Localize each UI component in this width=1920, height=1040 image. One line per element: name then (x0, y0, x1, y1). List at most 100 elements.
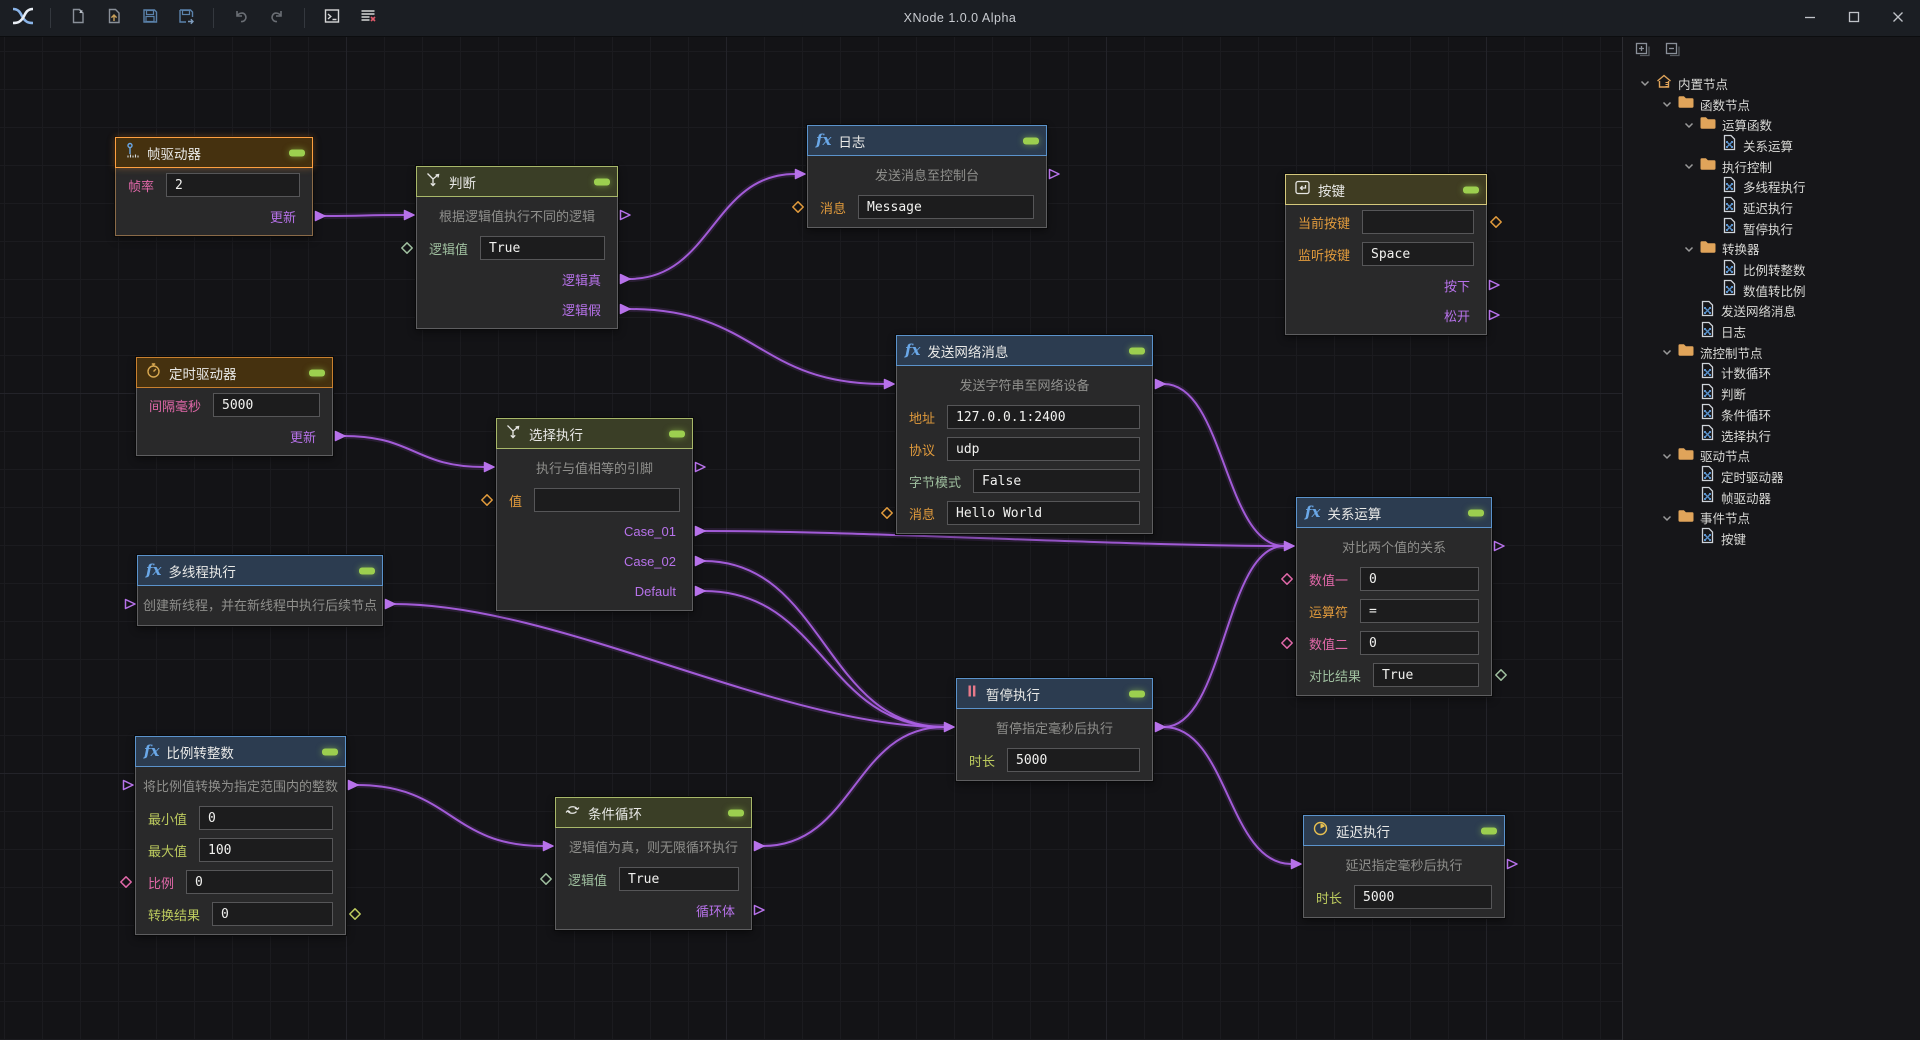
node-header[interactable]: fx 多线程执行 (137, 555, 383, 586)
tree-item-暂停执行[interactable]: 暂停执行 (1623, 218, 1920, 239)
tree-item-延迟执行[interactable]: 延迟执行 (1623, 197, 1920, 218)
exec-in-port[interactable] (793, 167, 807, 181)
node-pause[interactable]: 暂停执行 暂停指定毫秒后执行 时长 5000 (943, 678, 1166, 781)
node-header[interactable]: 选择执行 (496, 418, 693, 449)
node-timer_driver[interactable]: 定时驱动器 间隔毫秒 5000 更新 (136, 357, 346, 456)
node-frame_driver[interactable]: 帧驱动器 帧率 2 更新 (115, 137, 326, 236)
number-port[interactable] (119, 875, 133, 889)
expand-all-button[interactable] (1633, 42, 1653, 62)
field-input-监听按键[interactable]: Space (1362, 242, 1474, 266)
console-button[interactable] (317, 4, 347, 32)
field-input-对比结果[interactable]: True (1373, 663, 1479, 687)
field-input-数值二[interactable]: 0 (1360, 631, 1479, 655)
tree-item-按键[interactable]: 按键 (1623, 528, 1920, 549)
string-port[interactable] (480, 493, 494, 507)
collapse-node-button[interactable] (1023, 137, 1039, 144)
tree-item-内置节点[interactable]: 内置节点 (1623, 73, 1920, 94)
tree-item-事件节点[interactable]: 事件节点 (1623, 507, 1920, 528)
tree-item-比例转整数[interactable]: 比例转整数 (1623, 259, 1920, 280)
chevron-down-icon[interactable] (1657, 344, 1677, 360)
field-input-帧率[interactable]: 2 (166, 173, 300, 197)
tree-item-执行控制[interactable]: 执行控制 (1623, 156, 1920, 177)
field-input-协议[interactable]: udp (947, 437, 1140, 461)
exec-in-port[interactable] (123, 597, 137, 611)
clear-log-button[interactable] (353, 4, 383, 32)
node-multithread[interactable]: fx 多线程执行 创建新线程，并在新线程中执行后续节点 (124, 555, 396, 626)
exec-out-port[interactable] (1047, 167, 1061, 181)
node-header[interactable]: 定时驱动器 (136, 357, 333, 388)
new-file-button[interactable] (63, 4, 93, 32)
exec-out-port[interactable] (383, 597, 397, 611)
node-key[interactable]: 按键 当前按键 监听按键 Space 按下 松开 (1285, 174, 1502, 335)
exec-in-port[interactable] (882, 377, 896, 391)
node-header[interactable]: 条件循环 (555, 797, 752, 828)
exec-out-port[interactable] (1487, 278, 1501, 292)
exec-in-port[interactable] (942, 720, 956, 734)
tree-item-计数循环[interactable]: 计数循环 (1623, 362, 1920, 384)
node-relation[interactable]: fx 关系运算 对比两个值的关系 数值一 0 运算符 = 数值二 0 对比结果 True (1281, 497, 1507, 696)
collapse-node-button[interactable] (289, 149, 305, 156)
collapse-node-button[interactable] (1129, 347, 1145, 354)
node-header[interactable]: 判断 (416, 166, 618, 197)
exec-in-port[interactable] (1289, 857, 1303, 871)
exec-out-port[interactable] (618, 302, 632, 316)
chevron-down-icon[interactable] (1679, 117, 1699, 133)
field-input-数值一[interactable]: 0 (1360, 567, 1479, 591)
node-header[interactable]: 延迟执行 (1303, 815, 1505, 846)
exec-out-port[interactable] (693, 584, 707, 598)
integer-port[interactable] (348, 907, 362, 921)
collapse-node-button[interactable] (1463, 186, 1479, 193)
node-judge[interactable]: 判断 根据逻辑值执行不同的逻辑 逻辑值 True 逻辑真 逻辑假 (401, 166, 631, 329)
node-header[interactable]: 暂停执行 (956, 678, 1153, 709)
field-input-间隔毫秒[interactable]: 5000 (213, 393, 320, 417)
node-header[interactable]: 帧驱动器 (115, 137, 313, 168)
collapse-node-button[interactable] (322, 748, 338, 755)
exec-out-port[interactable] (618, 208, 632, 222)
node-log[interactable]: fx 日志 发送消息至控制台 消息 Message (792, 125, 1060, 228)
tree-item-驱动节点[interactable]: 驱动节点 (1623, 445, 1920, 466)
tree-item-判断[interactable]: 判断 (1623, 383, 1920, 404)
number-port[interactable] (1280, 572, 1294, 586)
field-input-逻辑值[interactable]: True (480, 236, 605, 260)
string-port[interactable] (791, 200, 805, 214)
exec-out-port[interactable] (1153, 377, 1167, 391)
collapse-node-button[interactable] (669, 430, 685, 437)
exec-out-port[interactable] (1153, 720, 1167, 734)
exec-in-port[interactable] (121, 778, 135, 792)
exec-out-port[interactable] (313, 209, 327, 223)
tree-item-函数节点[interactable]: 函数节点 (1623, 94, 1920, 115)
node-header[interactable]: fx 比例转整数 (135, 736, 346, 767)
exec-out-port[interactable] (1492, 539, 1506, 553)
string-port[interactable] (1489, 215, 1503, 229)
node-header[interactable]: 按键 (1285, 174, 1487, 205)
tree-item-多线程执行[interactable]: 多线程执行 (1623, 176, 1920, 197)
exec-out-port[interactable] (346, 778, 360, 792)
exec-out-port[interactable] (1487, 308, 1501, 322)
exec-out-port[interactable] (693, 524, 707, 538)
collapse-node-button[interactable] (359, 567, 375, 574)
exec-in-port[interactable] (1282, 539, 1296, 553)
redo-button[interactable] (262, 4, 292, 32)
tree-item-日志[interactable]: 日志 (1623, 321, 1920, 342)
tree-item-运算函数[interactable]: 运算函数 (1623, 114, 1920, 135)
bool-port[interactable] (539, 872, 553, 886)
exec-out-port[interactable] (752, 903, 766, 917)
maximize-button[interactable] (1832, 0, 1876, 37)
exec-out-port[interactable] (752, 839, 766, 853)
save-button[interactable] (135, 4, 165, 32)
bool-port[interactable] (1494, 668, 1508, 682)
field-input-逻辑值[interactable]: True (619, 867, 739, 891)
number-port[interactable] (1280, 636, 1294, 650)
undo-button[interactable] (226, 4, 256, 32)
node-delay[interactable]: 延迟执行 延迟指定毫秒后执行 时长 5000 (1290, 815, 1518, 918)
field-input-地址[interactable]: 127.0.0.1:2400 (947, 405, 1140, 429)
collapse-node-button[interactable] (594, 178, 610, 185)
exec-out-port[interactable] (333, 429, 347, 443)
exec-in-port[interactable] (402, 208, 416, 222)
exec-in-port[interactable] (541, 839, 555, 853)
node-cond_loop[interactable]: 条件循环 逻辑值为真，则无限循环执行 逻辑值 True 循环体 (540, 797, 765, 930)
field-input-值[interactable] (534, 488, 680, 512)
node-select[interactable]: 选择执行 执行与值相等的引脚值 Case_01 Case_02 Default (481, 418, 706, 611)
collapse-node-button[interactable] (1481, 827, 1497, 834)
node-header[interactable]: fx 关系运算 (1296, 497, 1492, 528)
